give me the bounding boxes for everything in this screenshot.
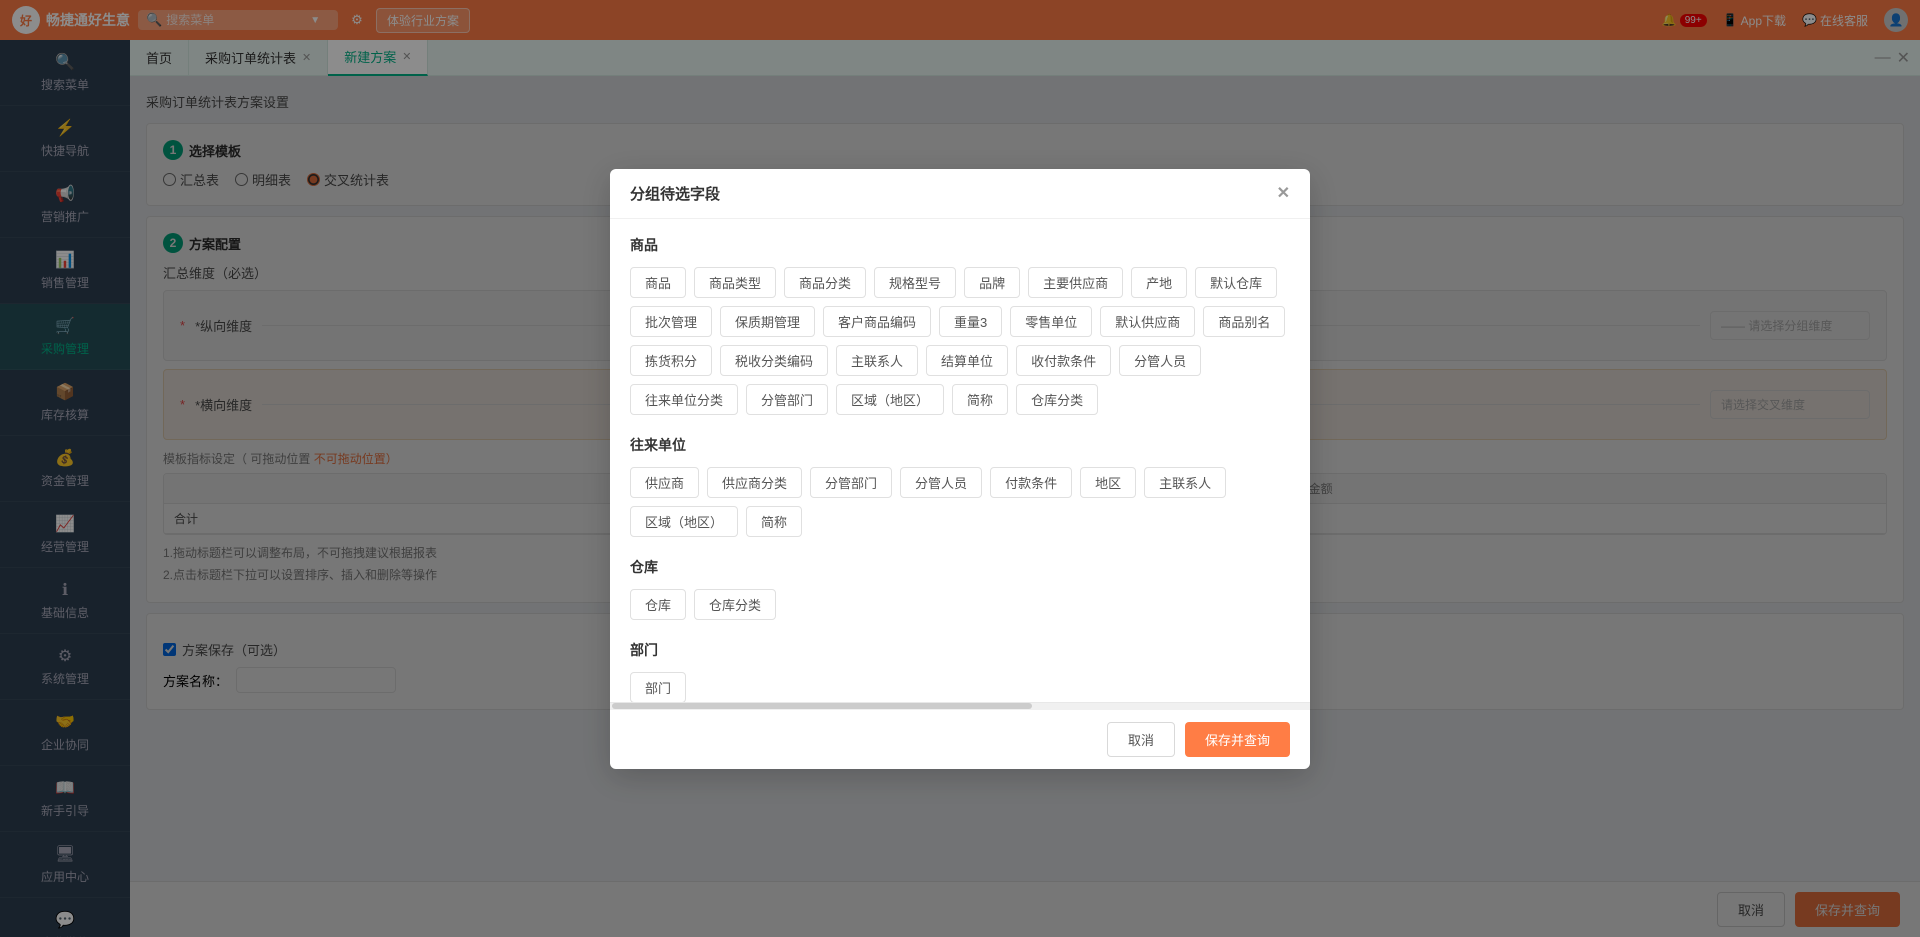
section-partner: 往来单位 供应商 供应商分类 分管部门 分管人员 付款条件 地区 主联系人 区域… xyxy=(630,435,1290,537)
field-tag[interactable]: 批次管理 xyxy=(630,306,712,337)
field-tag[interactable]: 商品 xyxy=(630,267,686,298)
section-dept: 部门 部门 xyxy=(630,640,1290,702)
field-tag[interactable]: 主要供应商 xyxy=(1028,267,1123,298)
field-tag[interactable]: 分管人员 xyxy=(900,467,982,498)
field-tag[interactable]: 商品别名 xyxy=(1203,306,1285,337)
field-tag[interactable]: 品牌 xyxy=(964,267,1020,298)
field-tag[interactable]: 分管部门 xyxy=(746,384,828,415)
field-tag[interactable]: 部门 xyxy=(630,672,686,702)
modal-confirm-btn[interactable]: 保存并查询 xyxy=(1185,722,1290,757)
field-tag[interactable]: 供应商 xyxy=(630,467,699,498)
partner-fields: 供应商 供应商分类 分管部门 分管人员 付款条件 地区 主联系人 区域（地区） … xyxy=(630,467,1290,537)
field-tag[interactable]: 税收分类编码 xyxy=(720,345,828,376)
section-warehouse: 仓库 仓库 仓库分类 xyxy=(630,557,1290,620)
field-tag[interactable]: 分管部门 xyxy=(810,467,892,498)
section-dept-title: 部门 xyxy=(630,640,1290,660)
goods-fields: 商品 商品类型 商品分类 规格型号 品牌 主要供应商 产地 默认仓库 批次管理 … xyxy=(630,267,1290,415)
field-tag[interactable]: 仓库 xyxy=(630,589,686,620)
modal-dialog: 分组待选字段 ✕ 商品 商品 商品类型 商品分类 规格型号 品牌 主要供应商 产… xyxy=(610,169,1310,769)
section-goods: 商品 商品 商品类型 商品分类 规格型号 品牌 主要供应商 产地 默认仓库 批次… xyxy=(630,235,1290,415)
field-tag[interactable]: 仓库分类 xyxy=(694,589,776,620)
modal-footer: 取消 保存并查询 xyxy=(610,709,1310,769)
field-tag[interactable]: 商品分类 xyxy=(784,267,866,298)
field-tag[interactable]: 供应商分类 xyxy=(707,467,802,498)
section-goods-title: 商品 xyxy=(630,235,1290,255)
field-tag[interactable]: 默认仓库 xyxy=(1195,267,1277,298)
field-tag[interactable]: 往来单位分类 xyxy=(630,384,738,415)
section-partner-title: 往来单位 xyxy=(630,435,1290,455)
field-tag[interactable]: 产地 xyxy=(1131,267,1187,298)
field-tag[interactable]: 收付款条件 xyxy=(1016,345,1111,376)
field-tag[interactable]: 区域（地区） xyxy=(630,506,738,537)
field-tag[interactable]: 拣货积分 xyxy=(630,345,712,376)
field-tag[interactable]: 仓库分类 xyxy=(1016,384,1098,415)
field-tag[interactable]: 主联系人 xyxy=(836,345,918,376)
modal-body: 商品 商品 商品类型 商品分类 规格型号 品牌 主要供应商 产地 默认仓库 批次… xyxy=(610,219,1310,702)
field-tag[interactable]: 区域（地区） xyxy=(836,384,944,415)
field-tag[interactable]: 商品类型 xyxy=(694,267,776,298)
field-tag[interactable]: 地区 xyxy=(1080,467,1136,498)
field-tag[interactable]: 规格型号 xyxy=(874,267,956,298)
modal-header: 分组待选字段 ✕ xyxy=(610,169,1310,219)
modal-hscroll[interactable] xyxy=(610,702,1310,709)
field-tag[interactable]: 重量3 xyxy=(939,306,1002,337)
field-tag[interactable]: 保质期管理 xyxy=(720,306,815,337)
field-tag[interactable]: 分管人员 xyxy=(1119,345,1201,376)
warehouse-fields: 仓库 仓库分类 xyxy=(630,589,1290,620)
field-tag[interactable]: 结算单位 xyxy=(926,345,1008,376)
field-tag[interactable]: 客户商品编码 xyxy=(823,306,931,337)
modal-cancel-btn[interactable]: 取消 xyxy=(1107,722,1175,757)
modal-close-btn[interactable]: ✕ xyxy=(1277,183,1290,203)
field-tag[interactable]: 付款条件 xyxy=(990,467,1072,498)
field-tag[interactable]: 默认供应商 xyxy=(1100,306,1195,337)
dept-fields: 部门 xyxy=(630,672,1290,702)
field-tag[interactable]: 简称 xyxy=(952,384,1008,415)
modal-overlay[interactable]: 分组待选字段 ✕ 商品 商品 商品类型 商品分类 规格型号 品牌 主要供应商 产… xyxy=(0,0,1920,937)
modal-title: 分组待选字段 xyxy=(630,183,720,204)
field-tag[interactable]: 主联系人 xyxy=(1144,467,1226,498)
field-tag[interactable]: 简称 xyxy=(746,506,802,537)
section-warehouse-title: 仓库 xyxy=(630,557,1290,577)
field-tag[interactable]: 零售单位 xyxy=(1010,306,1092,337)
